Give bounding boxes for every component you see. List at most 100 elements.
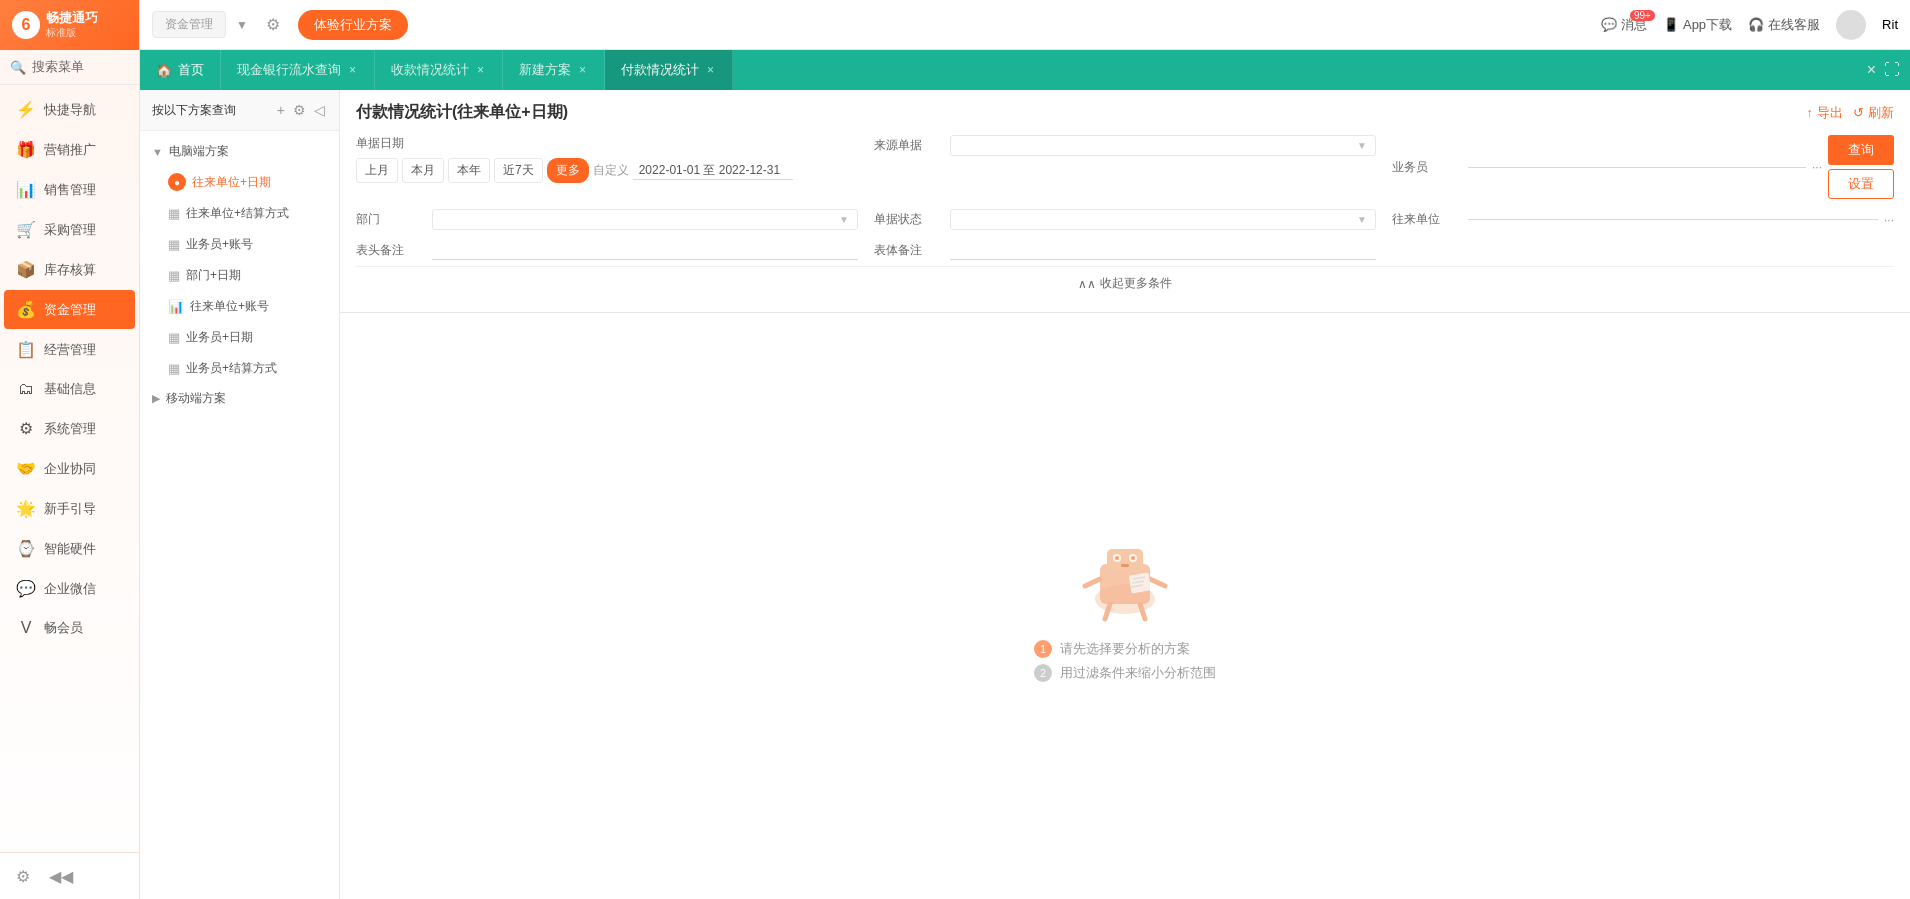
- tab-new-scheme[interactable]: 新建方案 ×: [503, 50, 605, 90]
- date-range-input[interactable]: [633, 161, 793, 180]
- tab-cashflow-close[interactable]: ×: [347, 61, 358, 79]
- tab-payment-stats-close[interactable]: ×: [705, 61, 716, 79]
- sidebar-item-basic[interactable]: 🗂 基础信息: [4, 370, 135, 408]
- weixin-icon: 💬: [16, 579, 36, 598]
- topbar: 资金管理 ▼ ⚙ 体验行业方案 💬 消息 99+ 📱 App下载 🎧 在线客服 …: [140, 0, 1910, 50]
- scheme-item-salesman-date[interactable]: ▦ 业务员+日期: [140, 322, 339, 353]
- svg-line-8: [1085, 579, 1100, 586]
- operation-label: 经营管理: [44, 341, 96, 359]
- tab-payment-stats[interactable]: 付款情况统计 ×: [605, 50, 733, 90]
- desktop-category[interactable]: ▼ 电脑端方案: [140, 137, 339, 166]
- app-download-btn[interactable]: 📱 App下载: [1663, 16, 1732, 34]
- tab-receipts-close[interactable]: ×: [475, 61, 486, 79]
- refresh-label: 刷新: [1868, 104, 1894, 122]
- scheme-item-dept-date-label: 部门+日期: [186, 267, 241, 284]
- salesman-label: 业务员: [1392, 159, 1462, 176]
- weixin-label: 企业微信: [44, 580, 96, 598]
- svg-point-6: [1131, 556, 1135, 560]
- empty-hint-1: 1 请先选择要分析的方案: [1034, 640, 1216, 658]
- search-menu[interactable]: 🔍 搜索菜单: [0, 50, 139, 85]
- trial-btn[interactable]: 体验行业方案: [298, 10, 408, 40]
- collapse-icon: ∧∧: [1078, 277, 1096, 291]
- salesman-more-btn[interactable]: ···: [1812, 160, 1822, 174]
- sidebar-item-system[interactable]: ⚙ 系统管理: [4, 409, 135, 448]
- scheme-item-partner-settlement[interactable]: ▦ 往来单位+结算方式: [140, 198, 339, 229]
- sidebar-item-marketing[interactable]: 🎁 营销推广: [4, 130, 135, 169]
- active-scheme-indicator: ●: [168, 173, 186, 191]
- scheme-item-partner-account[interactable]: 📊 往来单位+账号: [140, 291, 339, 322]
- hint-num-2: 2: [1034, 664, 1052, 682]
- query-btn[interactable]: 查询: [1828, 135, 1894, 165]
- tab-payment-stats-label: 付款情况统计: [621, 61, 699, 79]
- sidebar-item-operation[interactable]: 📋 经营管理: [4, 330, 135, 369]
- tab-receipts[interactable]: 收款情况统计 ×: [375, 50, 503, 90]
- date-btn-last-7[interactable]: 近7天: [494, 158, 543, 183]
- date-btn-last-month[interactable]: 上月: [356, 158, 398, 183]
- filter-title-actions: ↑ 导出 ↺ 刷新: [1807, 104, 1895, 122]
- scheme-icon-4: 📊: [168, 299, 184, 314]
- dept-arrow: ▼: [839, 214, 849, 225]
- filter-area: 付款情况统计(往来单位+日期) ↑ 导出 ↺ 刷新: [340, 90, 1910, 313]
- scheme-icon-3: ▦: [168, 268, 180, 283]
- tab-new-scheme-close[interactable]: ×: [577, 61, 588, 79]
- search-icon: 🔍: [10, 60, 26, 75]
- topbar-settings-btn[interactable]: ⚙: [258, 10, 288, 40]
- service-icon: 🎧: [1748, 17, 1764, 32]
- panel-settings-btn[interactable]: ⚙: [291, 100, 308, 120]
- user-avatar[interactable]: [1836, 10, 1866, 40]
- table-body-remark-label: 表体备注: [874, 242, 944, 259]
- sidebar-item-sales[interactable]: 📊 销售管理: [4, 170, 135, 209]
- partner-more-btn[interactable]: ···: [1884, 213, 1894, 227]
- sidebar-item-weixin[interactable]: 💬 企业微信: [4, 569, 135, 608]
- tabbar: 🏠 首页 现金银行流水查询 × 收款情况统计 × 新建方案 × 付款情况统计 ×…: [140, 50, 1910, 90]
- right-area: 付款情况统计(往来单位+日期) ↑ 导出 ↺ 刷新: [340, 90, 1910, 899]
- topbar-right: 💬 消息 99+ 📱 App下载 🎧 在线客服 Rit: [1601, 10, 1898, 40]
- panel-title: 按以下方案查询: [152, 102, 236, 119]
- export-btn[interactable]: ↑ 导出: [1807, 104, 1844, 122]
- filter-title-row: 付款情况统计(往来单位+日期) ↑ 导出 ↺ 刷新: [356, 102, 1894, 123]
- scheme-item-salesman-account[interactable]: ▦ 业务员+账号: [140, 229, 339, 260]
- tab-cashflow[interactable]: 现金银行流水查询 ×: [221, 50, 375, 90]
- tab-home[interactable]: 🏠 首页: [140, 50, 221, 90]
- sidebar-item-member[interactable]: V 畅会员: [4, 609, 135, 647]
- tab-close-all-btn[interactable]: ×: [1867, 61, 1876, 79]
- empty-hint: 1 请先选择要分析的方案 2 用过滤条件来缩小分析范围: [1034, 640, 1216, 688]
- source-voucher-select[interactable]: ▼: [950, 135, 1376, 156]
- scheme-item-partner-settlement-label: 往来单位+结算方式: [186, 205, 289, 222]
- date-label: 单据日期: [356, 135, 426, 152]
- desktop-category-label: 电脑端方案: [169, 143, 229, 160]
- date-btn-this-year[interactable]: 本年: [448, 158, 490, 183]
- mobile-category[interactable]: ▶ 移动端方案: [140, 384, 339, 413]
- scheme-item-partner-date[interactable]: ● 往来单位+日期: [140, 166, 339, 198]
- home-icon: 🏠: [156, 63, 172, 78]
- message-btn[interactable]: 💬 消息 99+: [1601, 16, 1647, 34]
- refresh-icon: ↺: [1853, 105, 1864, 120]
- sidebar-item-capital[interactable]: 💰 资金管理: [4, 290, 135, 329]
- date-btn-more[interactable]: 更多: [547, 158, 589, 183]
- tab-expand-btn[interactable]: ⛶: [1884, 61, 1900, 79]
- enterprise-icon: 🤝: [16, 459, 36, 478]
- panel-add-btn[interactable]: +: [275, 100, 287, 120]
- dept-select[interactable]: ▼: [432, 209, 858, 230]
- sidebar-item-purchase[interactable]: 🛒 采购管理: [4, 210, 135, 249]
- scheme-icon-2: ▦: [168, 237, 180, 252]
- sidebar-item-quick-nav[interactable]: ⚡ 快捷导航: [4, 90, 135, 129]
- scheme-section: ▼ 电脑端方案 ● 往来单位+日期 ▦ 往来单位+结算方式 ▦ 业务员+账号 ▦: [140, 131, 339, 419]
- scheme-item-salesman-settlement[interactable]: ▦ 业务员+结算方式: [140, 353, 339, 384]
- sidebar-item-hardware[interactable]: ⌚ 智能硬件: [4, 529, 135, 568]
- filter-settings-btn[interactable]: 设置: [1828, 169, 1894, 199]
- sidebar-item-guide[interactable]: 🌟 新手引导: [4, 489, 135, 528]
- collapse-sidebar-btn[interactable]: ◀◀: [46, 861, 76, 891]
- scheme-item-partner-account-label: 往来单位+账号: [190, 298, 269, 315]
- voucher-status-select[interactable]: ▼: [950, 209, 1376, 230]
- scheme-item-dept-date[interactable]: ▦ 部门+日期: [140, 260, 339, 291]
- sidebar-item-enterprise[interactable]: 🤝 企业协同: [4, 449, 135, 488]
- enterprise-label: 企业协同: [44, 460, 96, 478]
- refresh-btn[interactable]: ↺ 刷新: [1853, 104, 1894, 122]
- panel-collapse-btn[interactable]: ◁: [312, 100, 327, 120]
- date-btn-this-month[interactable]: 本月: [402, 158, 444, 183]
- sidebar-item-inventory[interactable]: 📦 库存核算: [4, 250, 135, 289]
- settings-bottom-btn[interactable]: ⚙: [8, 861, 38, 891]
- collapse-bar[interactable]: ∧∧ 收起更多条件: [356, 266, 1894, 300]
- online-service-btn[interactable]: 🎧 在线客服: [1748, 16, 1820, 34]
